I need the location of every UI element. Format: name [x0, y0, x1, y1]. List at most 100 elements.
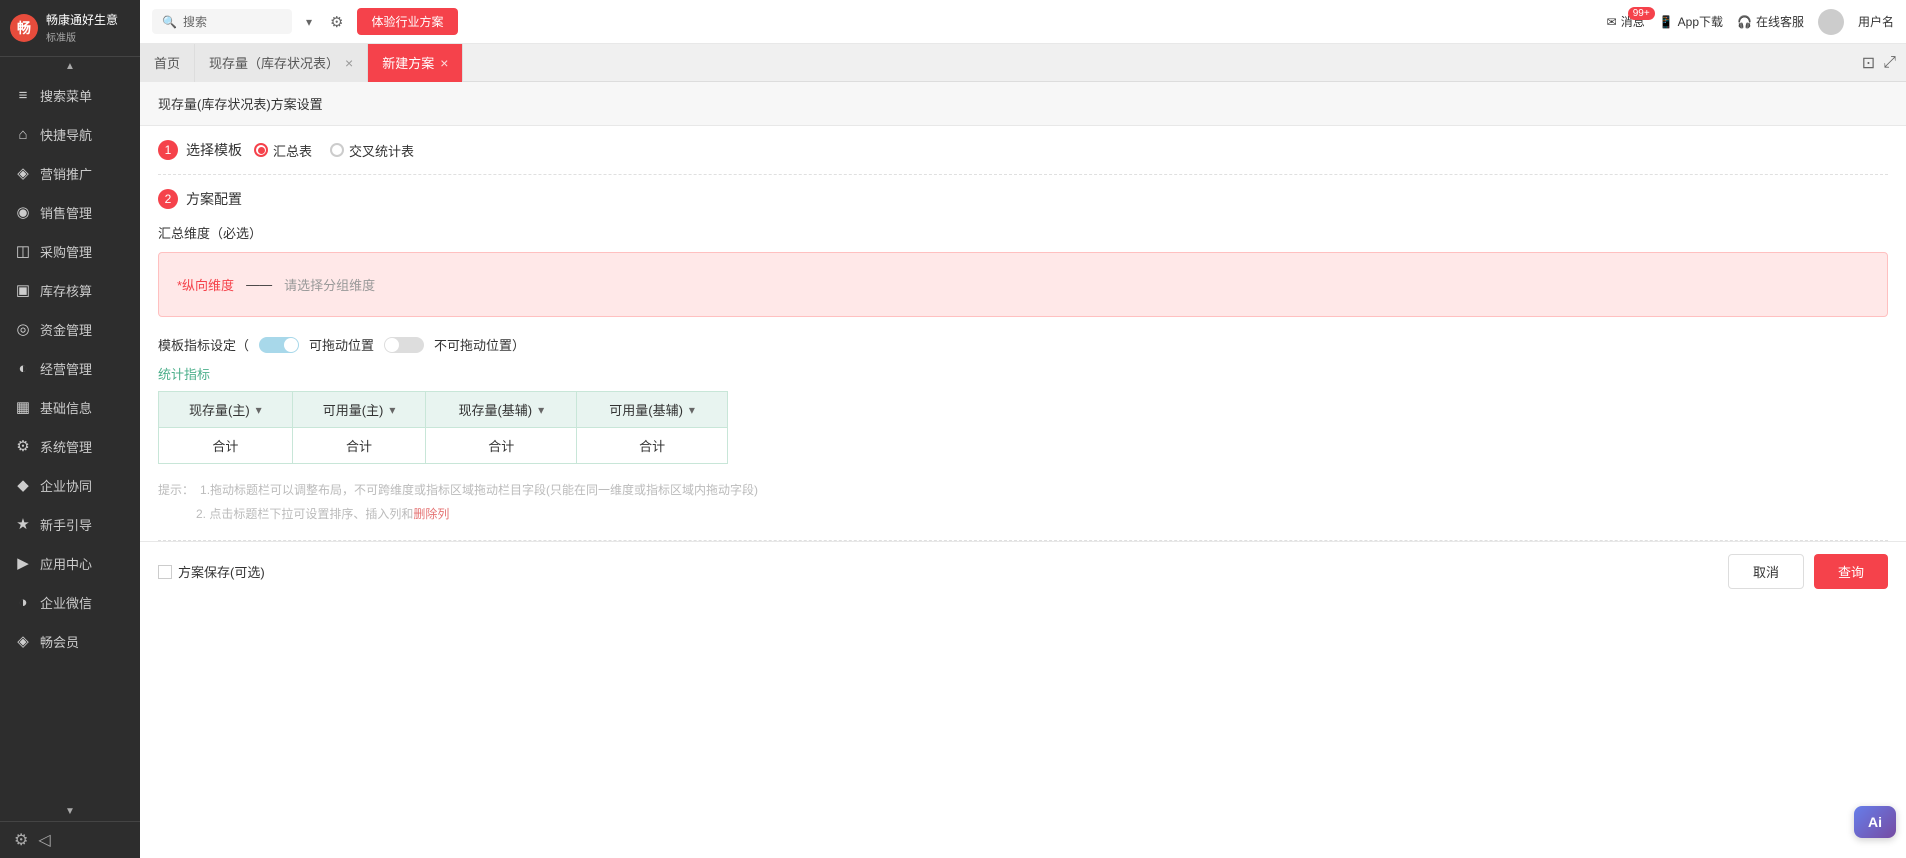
- tab-inventory-close-icon[interactable]: ×: [345, 56, 353, 70]
- app-name: 畅康通好生意: [46, 12, 118, 29]
- save-option[interactable]: 方案保存(可选): [158, 562, 265, 581]
- tab-inventory[interactable]: 现存量（库存状况表） ×: [195, 44, 368, 82]
- messages-btn[interactable]: ✉ 消息 99+: [1607, 13, 1645, 30]
- sidebar-item-label: 库存核算: [40, 281, 92, 300]
- setting-title-text: 现存量(库存状况表)方案设置: [158, 97, 323, 112]
- tab-home[interactable]: 首页: [140, 44, 195, 82]
- system-icon: ⚙: [14, 437, 32, 455]
- online-service-btn[interactable]: 🎧 在线客服: [1737, 13, 1804, 30]
- drag-toggle[interactable]: [259, 337, 299, 353]
- sidebar-scroll-down[interactable]: ▼: [0, 802, 140, 821]
- sidebar-item-member[interactable]: ◈ 畅会员: [0, 622, 140, 661]
- nodrag-toggle[interactable]: [384, 337, 424, 353]
- sidebar-item-label: 营销推广: [40, 164, 92, 183]
- gift-icon: ◈: [14, 164, 32, 182]
- col-dropdown-0[interactable]: ▾: [256, 403, 262, 417]
- sidebar-scroll-up[interactable]: ▲: [0, 57, 140, 76]
- messages-badge: 99+: [1628, 7, 1655, 20]
- sidebar-item-system[interactable]: ⚙ 系统管理: [0, 427, 140, 466]
- sidebar-item-label: 企业微信: [40, 593, 92, 612]
- page-content: 现存量(库存状况表)方案设置 1 选择模板 汇总表 交叉统计表: [140, 82, 1906, 858]
- stats-table-header-row: 现存量(主) ▾ 可用量(主) ▾ 现存量(基辅: [159, 392, 728, 428]
- sidebar-item-operations[interactable]: ◐ 经营管理: [0, 349, 140, 388]
- sidebar-item-label: 应用中心: [40, 554, 92, 573]
- summary-cell-2: 合计: [426, 428, 577, 464]
- basic-info-icon: ▦: [14, 398, 32, 416]
- save-checkbox[interactable]: [158, 565, 172, 579]
- radio-summary-label: 汇总表: [273, 141, 312, 160]
- query-button[interactable]: 查询: [1814, 554, 1888, 589]
- sidebar-item-wechat[interactable]: ◑ 企业微信: [0, 583, 140, 622]
- app-download-btn[interactable]: 📱 App下载: [1659, 13, 1723, 30]
- nodrag-label: 不可拖动位置）: [434, 335, 525, 354]
- sidebar-item-marketing[interactable]: ◈ 营销推广: [0, 154, 140, 193]
- tab-home-label: 首页: [154, 53, 180, 72]
- radio-summary-table[interactable]: 汇总表: [254, 141, 312, 160]
- tip-line-0: 提示： 1.拖动标题栏可以调整布局，不可跨维度或指标区域拖动栏目字段(只能在同一…: [158, 478, 1888, 502]
- tab-fullscreen-btn[interactable]: ⤢: [1883, 54, 1896, 72]
- tabs-bar-right: ⊡ ⤢: [1862, 53, 1906, 73]
- bottom-actions: 取消 查询: [1728, 554, 1888, 589]
- stats-label: 统计指标: [158, 364, 1888, 383]
- tip-spacer-1: [158, 502, 190, 526]
- sidebar-item-basic-info[interactable]: ▦ 基础信息: [0, 388, 140, 427]
- search-box[interactable]: 🔍 搜索: [152, 9, 292, 34]
- cancel-button[interactable]: 取消: [1728, 554, 1804, 589]
- tab-new-scheme-label: 新建方案: [382, 53, 434, 72]
- sidebar-item-label: 畅会员: [40, 632, 79, 651]
- trial-btn[interactable]: 体验行业方案: [357, 8, 457, 35]
- tab-new-scheme-close-icon[interactable]: ×: [440, 56, 448, 70]
- tip-text-1: 2. 点击标题栏下拉可设置排序、插入列和删除列: [196, 502, 449, 526]
- tabs-bar: 首页 现存量（库存状况表） × 新建方案 × ⊡ ⤢: [140, 44, 1906, 82]
- section2-title: 方案配置: [186, 189, 242, 209]
- sidebar-item-purchase[interactable]: ◫ 采购管理: [0, 232, 140, 271]
- sidebar-item-label: 采购管理: [40, 242, 92, 261]
- dimension-area[interactable]: *纵向维度 —— 请选择分组维度: [158, 252, 1888, 317]
- ai-float-button[interactable]: Ai: [1854, 806, 1896, 838]
- sidebar-item-search[interactable]: ≡ 搜索菜单: [0, 76, 140, 115]
- sidebar-item-label: 搜索菜单: [40, 86, 92, 105]
- sidebar-logo: 畅 畅康通好生意 标准版: [0, 0, 140, 57]
- sales-icon: ◉: [14, 203, 32, 221]
- tab-new-scheme[interactable]: 新建方案 ×: [368, 44, 463, 82]
- col-header-2: 现存量(基辅) ▾: [426, 392, 577, 428]
- dimension-placeholder: 请选择分组维度: [284, 275, 375, 294]
- sidebar-item-guide[interactable]: ★ 新手引导: [0, 505, 140, 544]
- collapse-sidebar-icon[interactable]: ◁: [38, 830, 50, 850]
- save-option-label: 方案保存(可选): [178, 562, 265, 581]
- sidebar-item-label: 系统管理: [40, 437, 92, 456]
- wechat-icon: ◑: [14, 593, 32, 611]
- sidebar-item-sales[interactable]: ◉ 销售管理: [0, 193, 140, 232]
- sidebar-item-inventory[interactable]: ▣ 库存核算: [0, 271, 140, 310]
- col-dropdown-1[interactable]: ▾: [389, 403, 395, 417]
- col-header-label-0: 现存量(主): [189, 400, 250, 419]
- home-icon: ⌂: [14, 125, 32, 143]
- sidebar-item-label: 基础信息: [40, 398, 92, 417]
- sidebar-item-finance[interactable]: ◎ 资金管理: [0, 310, 140, 349]
- vertical-required-text: *纵向维度: [177, 275, 234, 294]
- stats-area: 统计指标 现存量(主) ▾ 可用量(主) ▾: [158, 364, 1888, 464]
- sidebar: 畅 畅康通好生意 标准版 ▲ ≡ 搜索菜单 ⌂ 快捷导航 ◈ 营销推广 ◉ 销售…: [0, 0, 140, 858]
- username-display[interactable]: 用户名: [1858, 13, 1894, 30]
- user-avatar[interactable]: [1818, 9, 1844, 35]
- indicator-setting: 模板指标设定（ 可拖动位置 不可拖动位置）: [158, 335, 1888, 354]
- sidebar-item-app-center[interactable]: ▶ 应用中心: [0, 544, 140, 583]
- col-header-label-3: 可用量(基辅): [609, 400, 683, 419]
- radio-cross-circle: [330, 143, 344, 157]
- tab-restore-btn[interactable]: ⊡: [1862, 53, 1875, 73]
- sidebar-item-enterprise[interactable]: ◆ 企业协同: [0, 466, 140, 505]
- col-dropdown-2[interactable]: ▾: [538, 403, 544, 417]
- search-dropdown-btn[interactable]: ▾: [302, 13, 316, 31]
- sidebar-item-label: 企业协同: [40, 476, 92, 495]
- member-icon: ◈: [14, 632, 32, 650]
- topbar-right: ✉ 消息 99+ 📱 App下载 🎧 在线客服 用户名: [1607, 9, 1894, 35]
- section1-header: 1 选择模板 汇总表 交叉统计表: [158, 140, 1888, 160]
- settings-bottom-icon[interactable]: ⚙: [14, 830, 28, 850]
- sidebar-item-nav[interactable]: ⌂ 快捷导航: [0, 115, 140, 154]
- radio-cross-table[interactable]: 交叉统计表: [330, 141, 414, 160]
- topbar-gear-icon[interactable]: ⚙: [326, 9, 347, 35]
- sidebar-item-label: 新手引导: [40, 515, 92, 534]
- col-dropdown-3[interactable]: ▾: [689, 403, 695, 417]
- app-version: 标准版: [46, 29, 118, 44]
- search-menu-icon: ≡: [14, 86, 32, 104]
